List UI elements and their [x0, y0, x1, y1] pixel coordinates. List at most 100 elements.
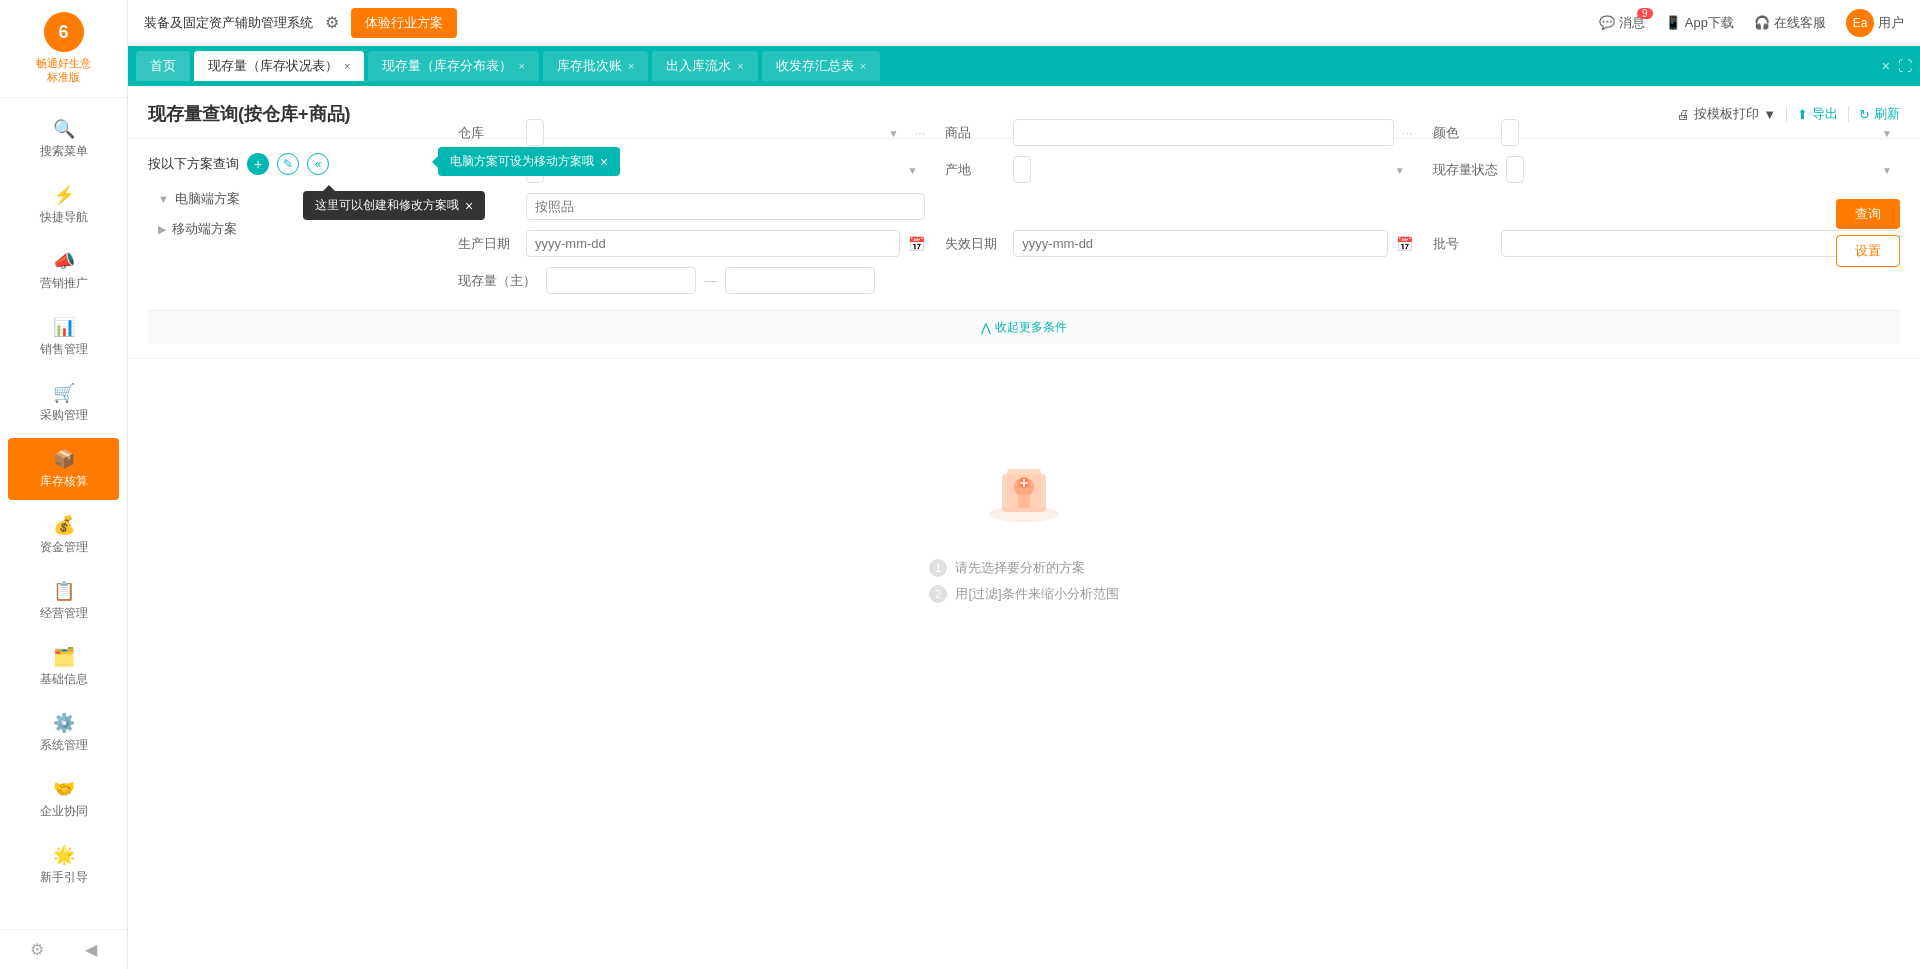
tab-inventory-dist[interactable]: 现存量（库存分布表） ×	[368, 51, 538, 81]
origin-select-wrapper	[1013, 156, 1412, 183]
empty-state: 1 请先选择要分析的方案 2 用[过滤]条件来缩小分析范围	[128, 359, 1920, 683]
warehouse-select[interactable]	[526, 119, 544, 146]
expiry-date-cal-icon[interactable]: 📅	[1396, 236, 1413, 252]
filter-row5: 现存量（主） —	[458, 267, 1900, 294]
sidebar-item-finance[interactable]: 💰 资金管理	[8, 504, 119, 566]
expiry-date-filter: 失效日期 📅	[945, 230, 1412, 257]
sidebar-item-search[interactable]: 🔍 搜索菜单	[8, 108, 119, 170]
sidebar-settings-icon[interactable]: ⚙	[30, 940, 44, 959]
tab-inventory-status-close[interactable]: ×	[344, 60, 350, 72]
category-input[interactable]	[526, 193, 925, 220]
tab-collect-close[interactable]: ×	[860, 60, 866, 72]
guide-nav-icon: 🌟	[53, 844, 75, 866]
app-icon: 📱	[1665, 15, 1681, 30]
color-select-wrapper	[1501, 119, 1900, 146]
filter-edit-button[interactable]: ✎	[277, 153, 299, 175]
logo[interactable]: 6 畅通好生意 标准版	[0, 0, 127, 98]
status-label: 现存量状态	[1433, 161, 1498, 179]
logo-icon: 6	[44, 12, 84, 52]
quick-nav-icon: ⚡	[53, 184, 75, 206]
tab-close-all-icon[interactable]: ×	[1882, 58, 1890, 74]
sidebar-item-guide[interactable]: 🌟 新手引导	[8, 834, 119, 896]
status-select[interactable]	[1506, 156, 1524, 183]
message-icon: 💬	[1599, 15, 1615, 30]
app-download-item[interactable]: 📱 App下载	[1665, 14, 1734, 32]
filter-add-button[interactable]: +	[247, 153, 269, 175]
tab-batch[interactable]: 库存批次账 ×	[543, 51, 648, 81]
expiry-date-input[interactable]	[1013, 230, 1387, 257]
sidebar-item-marketing[interactable]: 📣 营销推广	[8, 240, 119, 302]
tab-inventory-status-label: 现存量（库存状况表）	[208, 57, 338, 75]
tooltip-edit-close[interactable]: ×	[465, 198, 473, 214]
batch-filter: 批号	[1433, 230, 1900, 257]
filter-fields-area: 仓库 ··· 商品 ··· 颜色	[458, 119, 1900, 294]
product-input[interactable]	[1013, 119, 1393, 146]
tab-fullscreen-icon[interactable]: ⛶	[1898, 58, 1912, 74]
inventory-nav-icon: 📦	[53, 448, 75, 470]
sidebar: 6 畅通好生意 标准版 🔍 搜索菜单 ⚡ 快捷导航 📣 营销推广 📊 销售管理 …	[0, 0, 128, 969]
quantity-max-input[interactable]	[725, 267, 875, 294]
tab-inout-label: 出入库流水	[666, 57, 731, 75]
trial-button[interactable]: 体验行业方案	[351, 8, 457, 38]
color-filter: 颜色	[1433, 119, 1900, 146]
status-filter: 现存量状态	[1433, 156, 1900, 183]
collapse-bar[interactable]: ⋀ 收起更多条件	[148, 310, 1900, 344]
tab-inout[interactable]: 出入库流水 ×	[652, 51, 757, 81]
production-date-filter: 生产日期 📅	[458, 230, 925, 257]
sidebar-item-sales[interactable]: 📊 销售管理	[8, 306, 119, 368]
origin-filter: 产地	[945, 156, 1412, 183]
user-item[interactable]: Ea 用户	[1846, 9, 1904, 37]
sidebar-item-inventory[interactable]: 📦 库存核算	[8, 438, 119, 500]
tab-home[interactable]: 首页	[136, 51, 190, 81]
product-label: 商品	[945, 124, 1005, 142]
tooltip-pc-close[interactable]: ×	[600, 154, 608, 170]
tab-collect[interactable]: 收发存汇总表 ×	[762, 51, 880, 81]
warehouse-dots-icon[interactable]: ···	[914, 125, 925, 140]
logo-text: 畅通好生意 标准版	[36, 56, 91, 85]
tip-text-1: 请先选择要分析的方案	[955, 559, 1085, 577]
sidebar-item-basic[interactable]: 🗂️ 基础信息	[8, 636, 119, 698]
content-inner: 现存量查询(按仓库+商品) 🖨 按模板打印 ▼ ⬆ 导出 ↻	[128, 86, 1920, 969]
tab-inout-close[interactable]: ×	[737, 60, 743, 72]
empty-col1	[945, 193, 1412, 220]
sidebar-item-operations[interactable]: 📋 经营管理	[8, 570, 119, 632]
filter-label: 按以下方案查询	[148, 155, 239, 173]
tab-inventory-dist-close[interactable]: ×	[518, 60, 524, 72]
marketing-nav-icon: 📣	[53, 250, 75, 272]
filter-back-button[interactable]: «	[307, 153, 329, 175]
sidebar-collapse-icon[interactable]: ◀	[85, 940, 97, 959]
production-date-input[interactable]	[526, 230, 900, 257]
category-filter: 类别	[458, 193, 925, 220]
tooltip-edit-text: 这里可以创建和修改方案哦	[315, 197, 459, 214]
origin-select[interactable]	[1013, 156, 1031, 183]
settings-button[interactable]: 设置	[1836, 235, 1900, 267]
message-item[interactable]: 💬 消息 9	[1599, 14, 1645, 32]
quantity-range-sep: —	[704, 273, 717, 288]
top-header: 装备及固定资产辅助管理系统 ⚙ 体验行业方案 💬 消息 9 📱 App下载 🎧 …	[128, 0, 1920, 46]
tab-batch-label: 库存批次账	[557, 57, 622, 75]
header-settings-icon[interactable]: ⚙	[325, 13, 339, 32]
tab-batch-close[interactable]: ×	[628, 60, 634, 72]
production-date-cal-icon[interactable]: 📅	[908, 236, 925, 252]
sidebar-item-quick[interactable]: ⚡ 快捷导航	[8, 174, 119, 236]
status-select-wrapper	[1506, 156, 1900, 183]
empty-col2	[1433, 193, 1900, 220]
support-item[interactable]: 🎧 在线客服	[1754, 14, 1826, 32]
mobile-scheme-arrow: ▶	[158, 223, 166, 236]
sidebar-nav: 🔍 搜索菜单 ⚡ 快捷导航 📣 营销推广 📊 销售管理 🛒 采购管理 📦 库存核…	[0, 98, 127, 929]
page-title: 现存量查询(按仓库+商品)	[148, 102, 351, 126]
query-button[interactable]: 查询	[1836, 199, 1900, 229]
empty-illustration	[974, 439, 1074, 539]
color-select[interactable]	[1501, 119, 1519, 146]
sidebar-item-enterprise[interactable]: 🤝 企业协同	[8, 768, 119, 830]
enterprise-nav-icon: 🤝	[53, 778, 75, 800]
sidebar-item-purchase[interactable]: 🛒 采购管理	[8, 372, 119, 434]
origin-label: 产地	[945, 161, 1005, 179]
product-filter: 商品 ···	[945, 119, 1412, 146]
product-dots-icon[interactable]: ···	[1402, 125, 1413, 140]
quantity-min-input[interactable]	[546, 267, 696, 294]
collapse-arrow-icon: ⋀	[981, 321, 991, 335]
tooltip-pc: 电脑方案可设为移动方案哦 ×	[438, 147, 620, 176]
tab-inventory-status[interactable]: 现存量（库存状况表） ×	[194, 51, 364, 81]
sidebar-item-system[interactable]: ⚙️ 系统管理	[8, 702, 119, 764]
